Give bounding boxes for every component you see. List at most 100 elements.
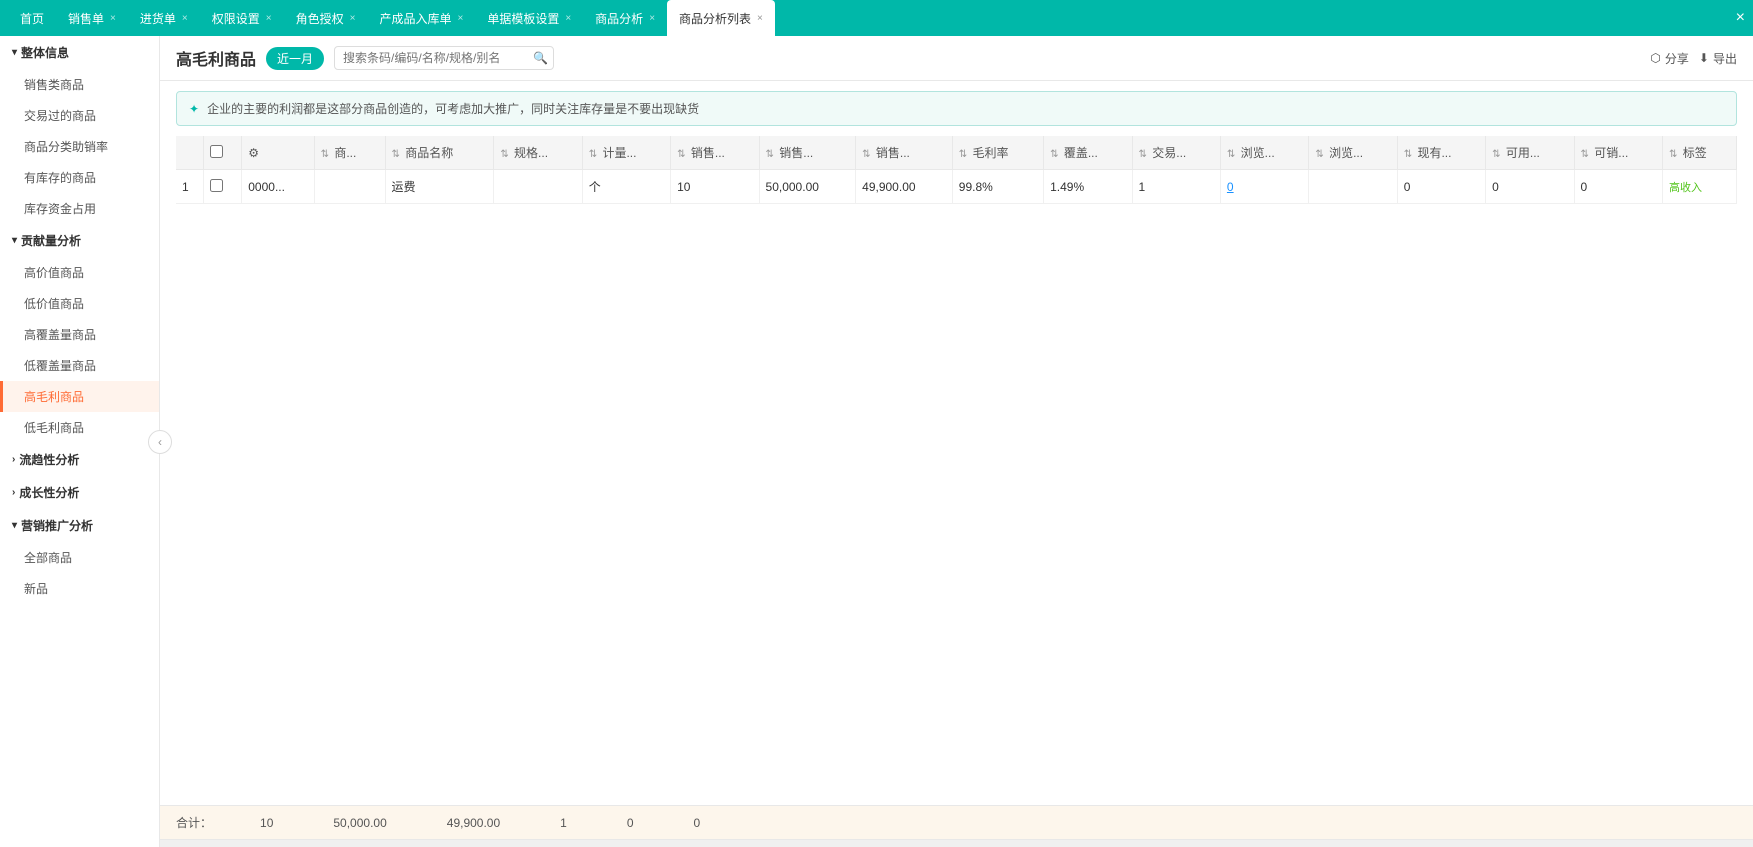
- cell-name: 运费: [385, 170, 494, 204]
- sidebar-group-marketing[interactable]: ▾ 营销推广分析: [0, 509, 159, 542]
- footer-totals: 10 50,000.00 49,900.00 1 0 0: [260, 816, 700, 830]
- cell-trade-count: 1: [1132, 170, 1220, 204]
- sidebar-item-category-rate[interactable]: 商品分类助销率: [0, 131, 159, 162]
- nav-home[interactable]: 首页: [8, 0, 56, 36]
- footer-sales-amount: 50,000.00: [333, 816, 386, 830]
- close-template-setting[interactable]: ×: [565, 13, 571, 24]
- product-table: ⚙ ⇅ 商... ⇅ 商品名称 ⇅ 规格...: [176, 136, 1737, 204]
- sort-icon: ⇅: [677, 149, 685, 160]
- cell-tag: 高收入: [1662, 170, 1736, 204]
- export-icon: ⬇: [1699, 51, 1709, 65]
- cell-browse1[interactable]: 0: [1220, 170, 1308, 204]
- cell-browse2: [1309, 170, 1397, 204]
- page-title: 高毛利商品: [176, 46, 256, 70]
- col-sales-qty[interactable]: ⇅ 销售...: [671, 136, 759, 170]
- cell-gross-rate: 99.8%: [952, 170, 1043, 204]
- arrow-icon-growth: ›: [12, 487, 15, 498]
- col-trade-count[interactable]: ⇅ 交易...: [1132, 136, 1220, 170]
- sidebar-group-contribution[interactable]: ▾ 贡献量分析: [0, 224, 159, 257]
- cell-sales-cost: 49,900.00: [856, 170, 953, 204]
- sort-icon: ⇅: [1404, 149, 1412, 160]
- sidebar-item-high-value[interactable]: 高价值商品: [0, 257, 159, 288]
- sidebar-item-traded-goods[interactable]: 交易过的商品: [0, 100, 159, 131]
- nav-role-auth[interactable]: 角色授权 ×: [284, 0, 368, 36]
- nav-product-warehouse[interactable]: 产成品入库单 ×: [367, 0, 475, 36]
- search-input[interactable]: [334, 46, 554, 70]
- share-button[interactable]: ⬡ 分享: [1650, 50, 1689, 67]
- row-checkbox[interactable]: [210, 179, 223, 192]
- sidebar-item-new-goods[interactable]: 新品: [0, 573, 159, 604]
- close-role-auth[interactable]: ×: [350, 13, 356, 24]
- close-product-warehouse[interactable]: ×: [457, 13, 463, 24]
- arrow-icon-marketing: ▾: [12, 520, 17, 531]
- arrow-icon-trend: ›: [12, 454, 15, 465]
- sort-icon: ⇅: [766, 149, 774, 160]
- export-button[interactable]: ⬇ 导出: [1699, 50, 1737, 67]
- sidebar-group-growth[interactable]: › 成长性分析: [0, 476, 159, 509]
- col-available[interactable]: ⇅ 可用...: [1486, 136, 1574, 170]
- col-gross-rate[interactable]: ⇅ 毛利率: [952, 136, 1043, 170]
- col-name[interactable]: ⇅ 商品名称: [385, 136, 494, 170]
- sidebar-item-low-margin[interactable]: 低毛利商品: [0, 412, 159, 443]
- sidebar: ▾ 整体信息 销售类商品 交易过的商品 商品分类助销率 有库存的商品 库存资金占…: [0, 36, 160, 847]
- search-icon: 🔍: [533, 51, 548, 65]
- main-layout: ▾ 整体信息 销售类商品 交易过的商品 商品分类助销率 有库存的商品 库存资金占…: [0, 36, 1753, 847]
- col-browse2[interactable]: ⇅ 浏览...: [1309, 136, 1397, 170]
- close-product-analysis[interactable]: ×: [649, 13, 655, 24]
- sidebar-item-sales-goods[interactable]: 销售类商品: [0, 69, 159, 100]
- sidebar-item-stock-capital[interactable]: 库存资金占用: [0, 193, 159, 224]
- col-code[interactable]: ⇅ 商...: [314, 136, 385, 170]
- col-tag[interactable]: ⇅ 标签: [1662, 136, 1736, 170]
- nav-permission-setting[interactable]: 权限设置 ×: [200, 0, 284, 36]
- nav-sales-order[interactable]: 销售单 ×: [56, 0, 128, 36]
- col-settings[interactable]: ⚙: [242, 136, 314, 170]
- collapse-sidebar-button[interactable]: ‹: [148, 430, 172, 454]
- sort-icon: ⇅: [862, 149, 870, 160]
- close-sales-order[interactable]: ×: [110, 13, 116, 24]
- close-purchase-order[interactable]: ×: [182, 13, 188, 24]
- sort-icon: ⇅: [1669, 149, 1677, 160]
- sidebar-group-overall[interactable]: ▾ 整体信息: [0, 36, 159, 69]
- sidebar-item-low-value[interactable]: 低价值商品: [0, 288, 159, 319]
- sidebar-item-low-coverage[interactable]: 低覆盖量商品: [0, 350, 159, 381]
- col-sellable[interactable]: ⇅ 可销...: [1574, 136, 1662, 170]
- col-sales-amount[interactable]: ⇅ 销售...: [759, 136, 856, 170]
- cell-check[interactable]: [204, 170, 242, 204]
- col-check[interactable]: [204, 136, 242, 170]
- cell-current-stock: 0: [1397, 170, 1485, 204]
- sidebar-item-high-margin[interactable]: 高毛利商品: [0, 381, 159, 412]
- close-permission-setting[interactable]: ×: [266, 13, 272, 24]
- arrow-icon-contribution: ▾: [12, 235, 17, 246]
- col-cover-rate[interactable]: ⇅ 覆盖...: [1044, 136, 1132, 170]
- nav-product-analysis[interactable]: 商品分析 ×: [583, 0, 667, 36]
- sidebar-group-trend[interactable]: › 流趋性分析: [0, 443, 159, 476]
- close-product-analysis-list[interactable]: ×: [757, 13, 763, 24]
- col-sales-cost[interactable]: ⇅ 销售...: [856, 136, 953, 170]
- footer-sales-qty: 10: [260, 816, 273, 830]
- sort-icon: ⇅: [1139, 149, 1147, 160]
- footer-current-stock: 0: [627, 816, 634, 830]
- close-all-tabs[interactable]: ×: [1736, 9, 1745, 27]
- table-header-row: ⚙ ⇅ 商... ⇅ 商品名称 ⇅ 规格...: [176, 136, 1737, 170]
- nav-template-setting[interactable]: 单据模板设置 ×: [475, 0, 583, 36]
- horizontal-scrollbar[interactable]: [160, 839, 1753, 847]
- sidebar-item-high-coverage[interactable]: 高覆盖量商品: [0, 319, 159, 350]
- sidebar-item-all-goods[interactable]: 全部商品: [0, 542, 159, 573]
- table-container: ⚙ ⇅ 商... ⇅ 商品名称 ⇅ 规格...: [160, 136, 1753, 805]
- info-banner: ✦ 企业的主要的利润都是这部分商品创造的，可考虑加大推广，同时关注库存量是不要出…: [176, 91, 1737, 126]
- col-current-stock[interactable]: ⇅ 现有...: [1397, 136, 1485, 170]
- table-row: 1 0000... 运费 个 10 50,000.00 49,900.00 99…: [176, 170, 1737, 204]
- footer-trade-count: 1: [560, 816, 567, 830]
- share-icon: ⬡: [1650, 51, 1660, 65]
- sidebar-wrapper: ▾ 整体信息 销售类商品 交易过的商品 商品分类助销率 有库存的商品 库存资金占…: [0, 36, 160, 847]
- col-spec[interactable]: ⇅ 规格...: [494, 136, 582, 170]
- sidebar-item-in-stock[interactable]: 有库存的商品: [0, 162, 159, 193]
- filter-recent-month-button[interactable]: 近一月: [266, 47, 324, 70]
- sort-icon: ⇅: [500, 149, 508, 160]
- col-unit[interactable]: ⇅ 计量...: [582, 136, 670, 170]
- select-all-checkbox[interactable]: [210, 145, 223, 158]
- col-browse1[interactable]: ⇅ 浏览...: [1220, 136, 1308, 170]
- nav-product-analysis-list[interactable]: 商品分析列表 ×: [667, 0, 775, 36]
- nav-purchase-order[interactable]: 进货单 ×: [128, 0, 200, 36]
- search-wrap: 🔍: [334, 46, 554, 70]
